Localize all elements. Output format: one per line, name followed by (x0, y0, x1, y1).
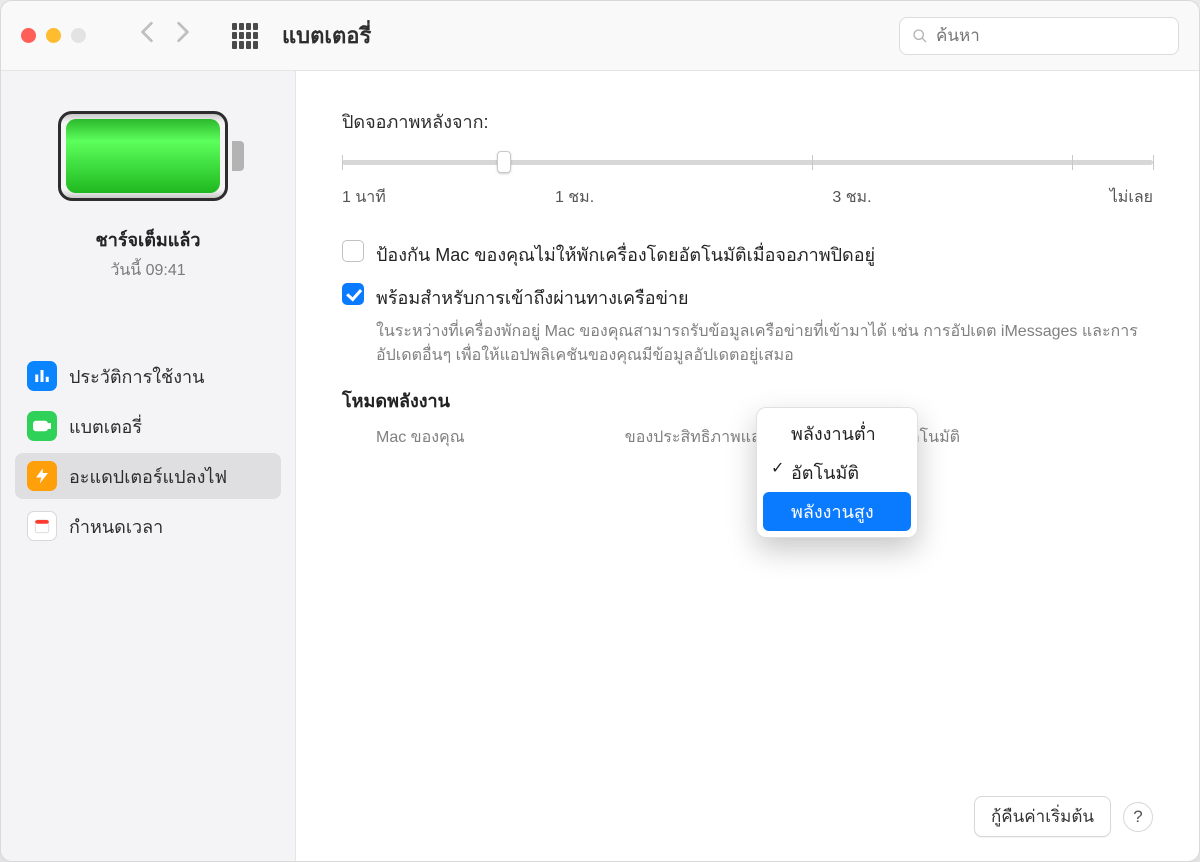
nav-arrows (140, 21, 190, 50)
restore-defaults-button[interactable]: กู้คืนค่าเริ่มต้น (974, 796, 1111, 837)
slider-tick-label: ไม่เลย (1110, 185, 1153, 210)
sidebar-item-label: อะแดปเตอร์แปลงไฟ (69, 462, 227, 491)
sidebar-item-label: ประวัติการใช้งาน (69, 362, 204, 391)
search-field[interactable] (936, 26, 1166, 46)
wake-network-checkbox[interactable] (342, 283, 364, 305)
prevent-sleep-label: ป้องกัน Mac ของคุณไม่ให้พักเครื่องโดยอัต… (376, 240, 875, 269)
preferences-window: แบตเตอรี่ ชาร์จเต็มแล้ว วันนี้ 09:41 ประ… (0, 0, 1200, 862)
zoom-window-button[interactable] (71, 28, 86, 43)
sidebar-item-label: แบตเตอรี่ (69, 412, 142, 441)
battery-small-icon (27, 411, 57, 441)
main-content: ปิดจอภาพหลังจาก: 1 นาที 15 นาที 1 ชม. 3 … (296, 71, 1199, 861)
minimize-window-button[interactable] (46, 28, 61, 43)
close-window-button[interactable] (21, 28, 36, 43)
window-title: แบตเตอรี่ (282, 18, 371, 53)
bar-chart-icon (27, 361, 57, 391)
back-button[interactable] (140, 21, 154, 50)
slider-tick-label: 3 ชม. (832, 185, 871, 210)
sidebar-item-usage-history[interactable]: ประวัติการใช้งาน (15, 353, 281, 399)
slider-tick-label: 1 นาที (342, 185, 386, 210)
display-off-label: ปิดจอภาพหลังจาก: (342, 107, 1153, 136)
display-off-slider[interactable] (342, 146, 1153, 175)
titlebar: แบตเตอรี่ (1, 1, 1199, 71)
sidebar: ชาร์จเต็มแล้ว วันนี้ 09:41 ประวัติการใช้… (1, 71, 296, 861)
footer: กู้คืนค่าเริ่มต้น ? (342, 776, 1153, 837)
popup-option-high-power[interactable]: พลังงานสูง (763, 492, 911, 531)
slider-thumb[interactable] (497, 151, 511, 173)
charge-status: ชาร์จเต็มแล้ว (15, 225, 281, 254)
prevent-sleep-row: ป้องกัน Mac ของคุณไม่ให้พักเครื่องโดยอัต… (342, 240, 1153, 269)
bolt-icon (27, 461, 57, 491)
traffic-lights (21, 28, 86, 43)
power-mode-popup[interactable]: พลังงานต่ำ อัตโนมัติ พลังงานสูง (756, 407, 918, 538)
charge-time: วันนี้ 09:41 (15, 258, 281, 283)
sidebar-item-power-adapter[interactable]: อะแดปเตอร์แปลงไฟ (15, 453, 281, 499)
sidebar-item-schedule[interactable]: กำหนดเวลา (15, 503, 281, 549)
search-input[interactable] (899, 17, 1179, 55)
search-icon (912, 28, 928, 44)
sidebar-nav: ประวัติการใช้งาน แบตเตอรี่ อะแดปเตอร์แปล… (15, 353, 281, 549)
battery-icon (58, 111, 238, 201)
slider-labels: 1 นาที 15 นาที 1 ชม. 3 ชม. ไม่เลย (342, 185, 1153, 210)
sidebar-item-battery[interactable]: แบตเตอรี่ (15, 403, 281, 449)
help-button[interactable]: ? (1123, 802, 1153, 832)
wake-network-row: พร้อมสำหรับการเข้าถึงผ่านทางเครือข่าย (342, 283, 1153, 312)
slider-tick-label: 1 ชม. (555, 185, 594, 210)
prevent-sleep-checkbox[interactable] (342, 240, 364, 262)
popup-option-automatic[interactable]: อัตโนมัติ (763, 453, 911, 492)
power-mode-label: โหมดพลังงาน (342, 386, 1153, 415)
show-all-icon[interactable] (232, 23, 258, 49)
wake-network-label: พร้อมสำหรับการเข้าถึงผ่านทางเครือข่าย (376, 283, 689, 312)
calendar-icon (27, 511, 57, 541)
sidebar-item-label: กำหนดเวลา (69, 512, 163, 541)
wake-network-desc: ในระหว่างที่เครื่องพักอยู่ Mac ของคุณสาม… (376, 320, 1153, 368)
popup-option-low-power[interactable]: พลังงานต่ำ (763, 414, 911, 453)
forward-button[interactable] (176, 21, 190, 50)
